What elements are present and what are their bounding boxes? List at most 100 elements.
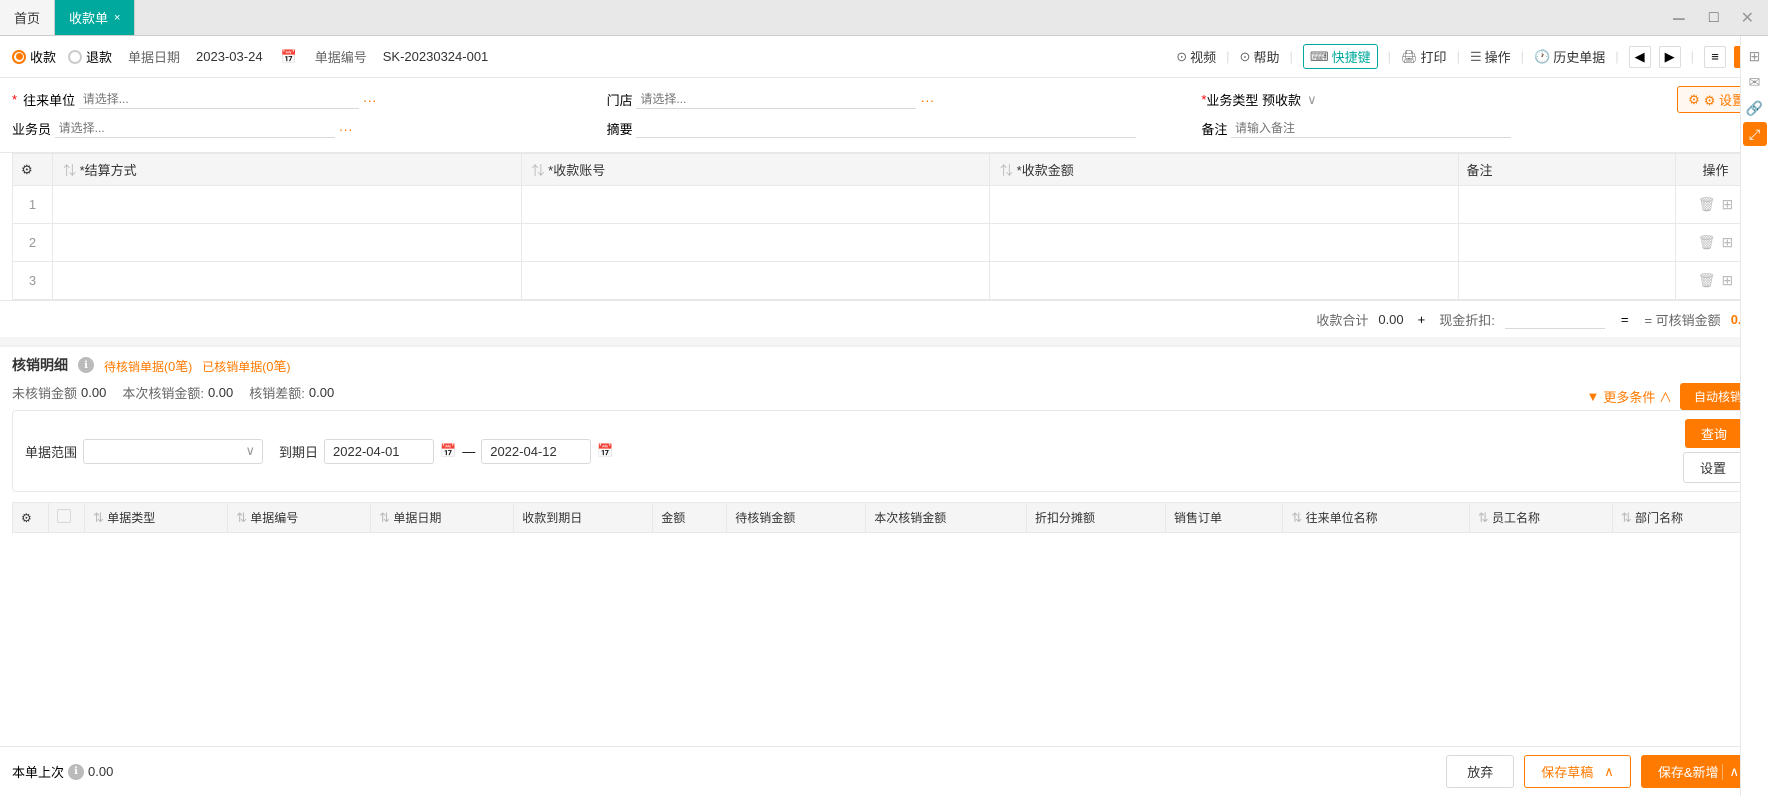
save-draft-arrow-icon[interactable]: ∧ (1597, 764, 1614, 780)
toolbar-right: ⊙ 视频 | ⊙ 帮助 | ⌨ 快捷键 | 🖨 打印 | ☰ 操作 (1176, 44, 1756, 69)
col-amount: ⇅ *收款金额 (990, 154, 1459, 186)
range-select[interactable] (83, 439, 263, 464)
right-sidebar: ⊞ ✉ 🔗 ⤢ (1740, 36, 1768, 796)
pending-tab[interactable]: 待核销单据(0笔) (104, 356, 192, 375)
form-section: * 往来单位 ··· 门店 ··· * 业务类型 预收款 ∨ (0, 78, 1768, 153)
table-gear-col[interactable]: ⚙ (13, 154, 53, 186)
row-num-3: 3 (13, 262, 53, 300)
tab-home[interactable]: 首页 (0, 0, 55, 35)
row-amount-1[interactable] (990, 186, 1459, 224)
diff-value: 0.00 (309, 385, 334, 400)
available-label: = 可核销金额 (1644, 310, 1720, 329)
expand-sidebar-icon[interactable]: ⤢ (1743, 122, 1767, 146)
filter-buttons: 查询 设置 (1683, 419, 1743, 483)
row-remark-2[interactable] (1458, 224, 1675, 262)
row-amount-2[interactable] (990, 224, 1459, 262)
minimize-button[interactable]: － (1665, 4, 1693, 32)
equals-sign: = (1621, 312, 1629, 327)
copy-row-3-icon[interactable]: ⊞ (1722, 272, 1734, 289)
link-sidebar-icon[interactable]: 🔗 (1743, 96, 1767, 120)
prev-label: 本单上次 (12, 762, 64, 781)
abandon-button[interactable]: 放弃 (1446, 755, 1514, 788)
done-tab[interactable]: 已核销单据(0笔) (202, 356, 290, 375)
date-to-input[interactable] (481, 439, 591, 464)
summary-row: 收款合计 0.00 + 现金折扣: = = 可核销金额 0.00 (0, 300, 1768, 337)
writeoff-actions: ▼ 更多条件 ∧ 自动核销 (1586, 383, 1756, 410)
summary-input[interactable] (636, 119, 1136, 138)
summary-label: 摘要 (607, 119, 633, 138)
date-label: 单据日期 (128, 47, 180, 66)
radio-receipt-label: 收款 (30, 47, 56, 66)
delete-row-3-icon[interactable]: 🗑 (1698, 272, 1716, 289)
radio-receipt[interactable]: 收款 (12, 47, 56, 66)
view-list-btn[interactable]: ≡ (1704, 46, 1726, 68)
filter-setting-button[interactable]: 设置 (1683, 452, 1743, 483)
unchecked-stat: 未核销金额 0.00 (12, 383, 106, 402)
help-icon: ⊙ (1240, 49, 1251, 65)
history-btn[interactable]: 🕐 历史单据 (1534, 47, 1605, 66)
row-remark-1[interactable] (1458, 186, 1675, 224)
writeoff-stats: 未核销金额 0.00 本次核销金额: 0.00 核销差额: 0.00 (12, 383, 334, 402)
col-remark: 备注 (1458, 154, 1675, 186)
date-from-input[interactable] (324, 439, 434, 464)
salesperson-input[interactable] (55, 119, 335, 138)
delete-row-2-icon[interactable]: 🗑 (1698, 234, 1716, 251)
bt-check-col (49, 503, 85, 533)
row-settlement-3[interactable] (53, 262, 522, 300)
row-num-2: 2 (13, 224, 53, 262)
check-all-checkbox[interactable] (57, 509, 71, 523)
number-value: SK-20230324-001 (383, 49, 489, 64)
save-draft-button[interactable]: 保存草稿 ∧ (1524, 755, 1631, 788)
remark-input[interactable] (1231, 119, 1511, 138)
help-btn[interactable]: ⊙ 帮助 (1240, 47, 1280, 66)
cal-to-icon[interactable]: 📅 (597, 443, 613, 459)
partner-more-icon[interactable]: ··· (359, 92, 381, 108)
row-account-3[interactable] (521, 262, 990, 300)
remark-label: 备注 (1201, 119, 1227, 138)
store-input[interactable] (636, 90, 916, 109)
save-new-arrow-icon[interactable]: ∧ (1722, 764, 1739, 780)
close-button[interactable]: ✕ (1735, 6, 1760, 30)
view-prev-btn[interactable]: ◀ (1629, 46, 1651, 68)
store-more-icon[interactable]: ··· (916, 92, 938, 108)
current-stat: 本次核销金额: 0.00 (122, 383, 233, 402)
radio-refund[interactable]: 退款 (68, 47, 112, 66)
delete-row-1-icon[interactable]: 🗑 (1698, 196, 1716, 213)
row-settlement-1[interactable] (53, 186, 522, 224)
salesperson-more-icon[interactable]: ··· (335, 121, 357, 137)
bt-gear-col[interactable]: ⚙ (13, 503, 49, 533)
store-field: 门店 ··· (607, 90, 1162, 109)
partner-input[interactable] (79, 90, 359, 109)
calendar-icon[interactable]: 📅 (279, 49, 299, 65)
table-sidebar-icon[interactable]: ⊞ (1743, 44, 1767, 68)
writeoff-info-icon[interactable]: ℹ (78, 357, 94, 373)
row-remark-3[interactable] (1458, 262, 1675, 300)
more-conditions-btn[interactable]: ▼ 更多条件 ∧ (1586, 387, 1672, 406)
view-next-btn[interactable]: ▶ (1659, 46, 1681, 68)
tab-receipt[interactable]: 收款单 × (55, 0, 135, 35)
copy-row-2-icon[interactable]: ⊞ (1722, 234, 1734, 251)
cal-from-icon[interactable]: 📅 (440, 443, 456, 459)
salesperson-field: 业务员 ··· (12, 119, 567, 138)
filter-icon: ▼ (1586, 389, 1599, 404)
copy-row-1-icon[interactable]: ⊞ (1722, 196, 1734, 213)
maximize-button[interactable]: □ (1703, 7, 1725, 29)
video-btn[interactable]: ⊙ 视频 (1176, 47, 1216, 66)
row-settlement-2[interactable] (53, 224, 522, 262)
footer-info-icon[interactable]: ℹ (68, 764, 84, 780)
print-btn[interactable]: 🖨 打印 (1401, 47, 1447, 66)
business-type-chevron[interactable]: ∨ (1307, 92, 1317, 108)
mail-sidebar-icon[interactable]: ✉ (1743, 70, 1767, 94)
operate-btn[interactable]: ☰ 操作 (1470, 47, 1511, 66)
business-type-value: 预收款 (1262, 90, 1301, 109)
save-new-button[interactable]: 保存&新增 ∧ (1641, 755, 1756, 788)
row-account-2[interactable] (521, 224, 990, 262)
row-amount-3[interactable] (990, 262, 1459, 300)
query-button[interactable]: 查询 (1685, 419, 1743, 448)
row-account-1[interactable] (521, 186, 990, 224)
shortcut-btn[interactable]: ⌨ 快捷键 (1303, 44, 1378, 69)
close-tab-icon[interactable]: × (114, 12, 120, 24)
bt-col-date: ⇅ 单据日期 (371, 503, 514, 533)
col-account: ⇅ *收款账号 (521, 154, 990, 186)
discount-input[interactable] (1505, 309, 1605, 329)
